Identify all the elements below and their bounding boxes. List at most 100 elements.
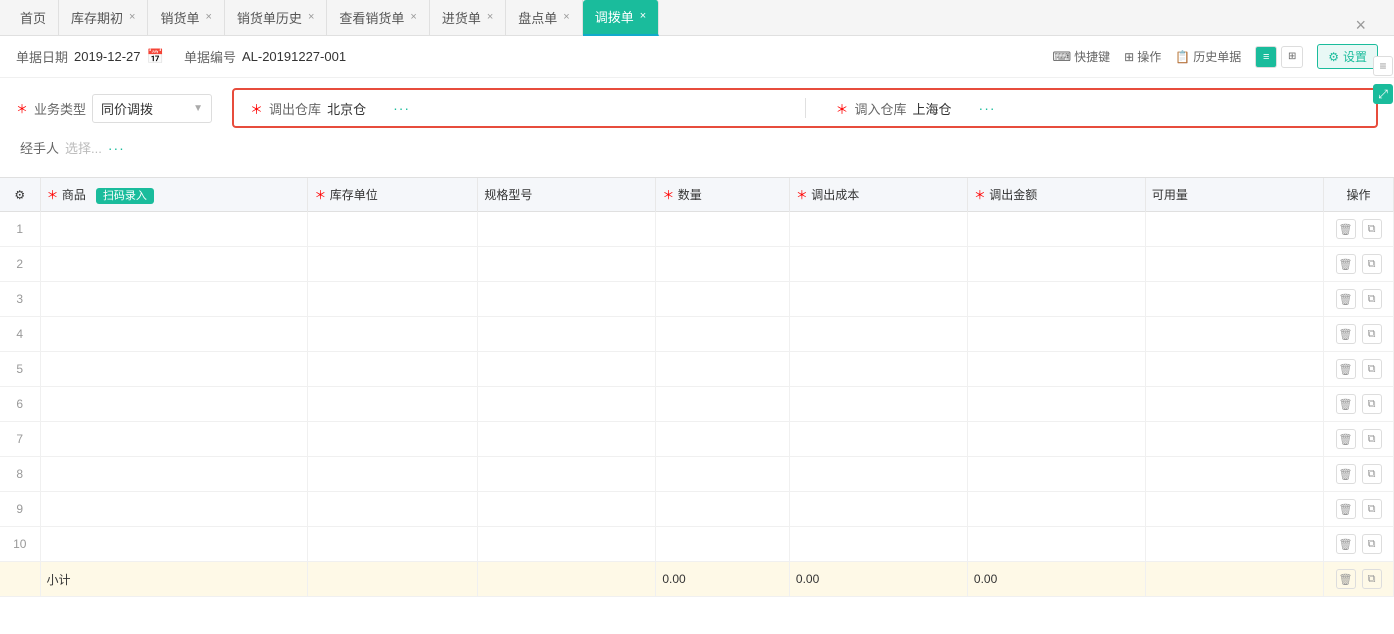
side-tab-list[interactable]: ≡: [1373, 56, 1393, 76]
delete-icon-1[interactable]: 🗑: [1336, 219, 1356, 239]
delete-icon-3[interactable]: 🗑: [1336, 289, 1356, 309]
tab-inventory-init[interactable]: 库存期初 ×: [59, 0, 148, 36]
person-select[interactable]: 选择...: [65, 138, 102, 157]
cell-avail-7[interactable]: [1145, 422, 1323, 457]
tab-sales-order[interactable]: 销货单 ×: [148, 0, 224, 36]
cell-avail-10[interactable]: [1145, 527, 1323, 562]
cell-unit-2[interactable]: [308, 247, 478, 282]
out-warehouse-more-button[interactable]: ···: [393, 100, 410, 116]
delete-icon-7[interactable]: 🗑: [1336, 429, 1356, 449]
cell-qty-4[interactable]: [656, 317, 790, 352]
cell-product-3[interactable]: [40, 282, 308, 317]
cell-product-1[interactable]: [40, 212, 308, 247]
cell-product-4[interactable]: [40, 317, 308, 352]
cell-cost-10[interactable]: [789, 527, 967, 562]
tab-sales-history[interactable]: 销货单历史 ×: [225, 0, 327, 36]
cell-unit-6[interactable]: [308, 387, 478, 422]
cell-amount-7[interactable]: [967, 422, 1145, 457]
tab-home[interactable]: 首页: [8, 0, 59, 36]
cell-spec-11[interactable]: [478, 562, 656, 597]
tab-close-view-sales[interactable]: ×: [410, 12, 416, 23]
operations-button[interactable]: ⊞ 操作: [1124, 48, 1161, 65]
shortcut-button[interactable]: ⌨ 快捷键: [1052, 48, 1110, 65]
cell-spec-8[interactable]: [478, 457, 656, 492]
delete-icon-6[interactable]: 🗑: [1336, 394, 1356, 414]
cell-avail-1[interactable]: [1145, 212, 1323, 247]
cell-spec-10[interactable]: [478, 527, 656, 562]
cell-qty-1[interactable]: [656, 212, 790, 247]
cell-unit-4[interactable]: [308, 317, 478, 352]
in-warehouse-more-button[interactable]: ···: [979, 100, 996, 116]
side-tab-expand[interactable]: ⤢: [1373, 84, 1393, 104]
tab-inventory-check[interactable]: 盘点单 ×: [506, 0, 582, 36]
cell-amount-1[interactable]: [967, 212, 1145, 247]
cell-spec-9[interactable]: [478, 492, 656, 527]
cell-product-8[interactable]: [40, 457, 308, 492]
calendar-icon[interactable]: 📅: [147, 48, 164, 65]
delete-icon-4[interactable]: 🗑: [1336, 324, 1356, 344]
cell-cost-4[interactable]: [789, 317, 967, 352]
tab-close-transfer-order[interactable]: ×: [640, 11, 646, 22]
list-view-button[interactable]: ≡: [1255, 46, 1277, 68]
cell-cost-7[interactable]: [789, 422, 967, 457]
cell-unit-10[interactable]: [308, 527, 478, 562]
cell-unit-11[interactable]: [308, 562, 478, 597]
cell-spec-4[interactable]: [478, 317, 656, 352]
cell-qty-6[interactable]: [656, 387, 790, 422]
cell-unit-1[interactable]: [308, 212, 478, 247]
cell-product-6[interactable]: [40, 387, 308, 422]
tab-view-sales[interactable]: 查看销货单 ×: [327, 0, 429, 36]
cell-unit-7[interactable]: [308, 422, 478, 457]
scan-button[interactable]: 扫码录入: [96, 188, 154, 204]
tab-transfer-order[interactable]: 调拨单 ×: [583, 0, 659, 36]
delete-icon-8[interactable]: 🗑: [1336, 464, 1356, 484]
cell-amount-8[interactable]: [967, 457, 1145, 492]
window-close-button[interactable]: ×: [1355, 15, 1366, 36]
cell-spec-3[interactable]: [478, 282, 656, 317]
cell-avail-6[interactable]: [1145, 387, 1323, 422]
cell-unit-3[interactable]: [308, 282, 478, 317]
cell-qty-3[interactable]: [656, 282, 790, 317]
cell-cost-2[interactable]: [789, 247, 967, 282]
cell-product-2[interactable]: [40, 247, 308, 282]
cell-amount-9[interactable]: [967, 492, 1145, 527]
cell-unit-5[interactable]: [308, 352, 478, 387]
cell-spec-7[interactable]: [478, 422, 656, 457]
tab-close-inventory-init[interactable]: ×: [129, 12, 135, 23]
cell-product-7[interactable]: [40, 422, 308, 457]
cell-cost-6[interactable]: [789, 387, 967, 422]
cell-avail-4[interactable]: [1145, 317, 1323, 352]
cell-cost-1[interactable]: [789, 212, 967, 247]
cell-amount-2[interactable]: [967, 247, 1145, 282]
cell-amount-4[interactable]: [967, 317, 1145, 352]
cell-avail-2[interactable]: [1145, 247, 1323, 282]
cell-spec-5[interactable]: [478, 352, 656, 387]
cell-product-5[interactable]: [40, 352, 308, 387]
cell-avail-3[interactable]: [1145, 282, 1323, 317]
cell-qty-2[interactable]: [656, 247, 790, 282]
cell-product-11[interactable]: 小计: [40, 562, 308, 597]
delete-icon-11[interactable]: 🗑: [1336, 569, 1356, 589]
history-button[interactable]: 📋 历史单据: [1175, 48, 1241, 65]
grid-view-button[interactable]: ⊞: [1281, 46, 1303, 68]
person-more-button[interactable]: ···: [108, 140, 125, 156]
th-gear[interactable]: ⚙: [0, 178, 40, 212]
tab-purchase-order[interactable]: 进货单 ×: [430, 0, 506, 36]
tab-close-purchase-order[interactable]: ×: [487, 12, 493, 23]
cell-amount-5[interactable]: [967, 352, 1145, 387]
cell-product-9[interactable]: [40, 492, 308, 527]
delete-icon-9[interactable]: 🗑: [1336, 499, 1356, 519]
cell-qty-9[interactable]: [656, 492, 790, 527]
cell-qty-8[interactable]: [656, 457, 790, 492]
cell-spec-1[interactable]: [478, 212, 656, 247]
tab-close-inventory-check[interactable]: ×: [563, 12, 569, 23]
cell-qty-5[interactable]: [656, 352, 790, 387]
cell-spec-2[interactable]: [478, 247, 656, 282]
settings-button[interactable]: ⚙ 设置: [1317, 44, 1378, 69]
cell-unit-8[interactable]: [308, 457, 478, 492]
cell-cost-8[interactable]: [789, 457, 967, 492]
delete-icon-5[interactable]: 🗑: [1336, 359, 1356, 379]
cell-avail-11[interactable]: [1145, 562, 1323, 597]
cell-avail-9[interactable]: [1145, 492, 1323, 527]
delete-icon-2[interactable]: 🗑: [1336, 254, 1356, 274]
